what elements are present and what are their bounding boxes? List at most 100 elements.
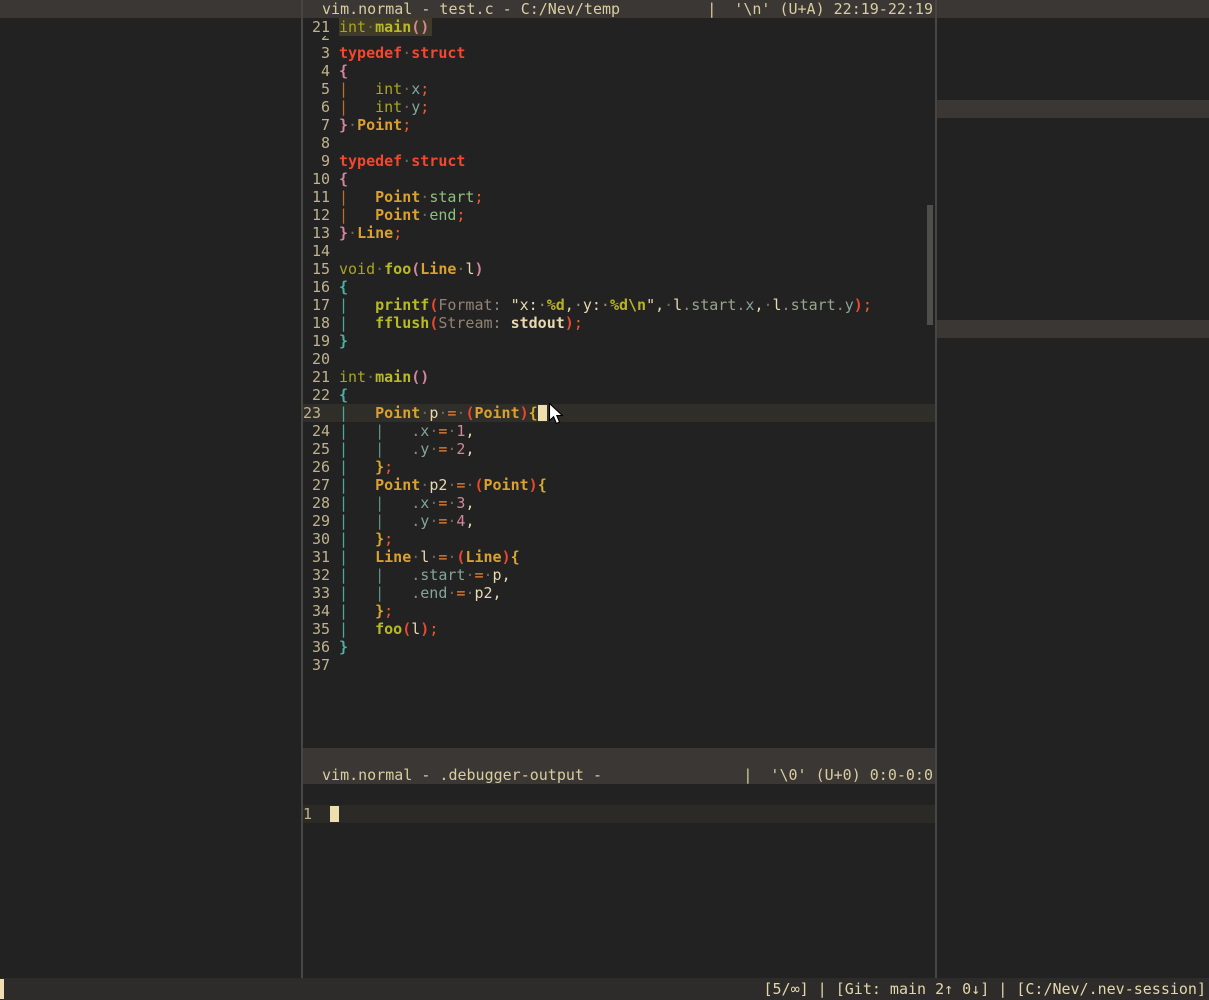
code-line[interactable]: 6 | int·y; (303, 98, 935, 116)
output-title: vim.normal - .debugger-output - (313, 766, 602, 784)
line-number: 1 (303, 805, 313, 823)
line-number: 6 (320, 98, 330, 116)
threads-header: Threads (937, 100, 1209, 118)
code-line[interactable]: 33 | | .end·=·p2, (303, 584, 935, 602)
line-number: 13 (311, 224, 330, 242)
line-number: 11 (311, 188, 330, 206)
code-line[interactable]: 34 | }; (303, 602, 935, 620)
code-line[interactable]: 7}·Point; (303, 116, 935, 134)
code-line[interactable]: 32 | | .start·=·p, (303, 566, 935, 584)
code-line[interactable]: 22{ (303, 386, 935, 404)
line-number: 28 (311, 494, 330, 512)
code-line[interactable]: 29 | | .y·=·4, (303, 512, 935, 530)
editor-scrollbar-thumb[interactable] (927, 205, 933, 325)
code-line[interactable]: 21 int·main() (303, 368, 935, 386)
code-line[interactable]: 25 | | .y·=·2, (303, 440, 935, 458)
app-window: Variables vim.normal - test.c - C:/Nev/t… (0, 0, 1209, 1000)
line-number: 29 (311, 512, 330, 530)
code-line[interactable]: 17 | printf(Format: "x:·%d,·y:·%d\n",·l.s… (303, 296, 935, 314)
code-line[interactable]: 13}·Line; (303, 224, 935, 242)
output-panel: Output vim.normal - .debugger-output - |… (303, 748, 935, 999)
text-cursor (330, 806, 339, 822)
code-line[interactable]: 15 void·foo(Line·l) (303, 260, 935, 278)
code-lines: 23typedef·struct4{5| int·x;6| int·y;7}·P… (303, 18, 935, 674)
line-number: 23 (303, 404, 322, 422)
line-number: 25 (311, 440, 330, 458)
line-number: 37 (311, 656, 330, 674)
line-number: 15 (311, 260, 330, 278)
code-line[interactable]: 28 | | .x·=·3, (303, 494, 935, 512)
code-line[interactable]: 19} (303, 332, 935, 350)
line-number: 12 (311, 206, 330, 224)
line-number: 16 (311, 278, 330, 296)
code-area[interactable]: 21int·main() 23typedef·struct4{5| int·x;… (303, 18, 935, 748)
line-number: 30 (311, 530, 330, 548)
line-number: 14 (311, 242, 330, 260)
line-number: 34 (311, 602, 330, 620)
code-line[interactable]: 4{ (303, 62, 935, 80)
code-line[interactable]: 9 typedef·struct (303, 152, 935, 170)
mouse-cursor-icon (549, 403, 564, 425)
code-line[interactable]: 8 (303, 134, 935, 152)
line-number: 10 (311, 170, 330, 188)
line-number: 19 (311, 332, 330, 350)
code-line[interactable]: 14 (303, 242, 935, 260)
code-line[interactable]: 3 typedef·struct (303, 44, 935, 62)
code-line[interactable]: 35 | foo(l); (303, 620, 935, 638)
code-line[interactable]: 36} (303, 638, 935, 656)
code-line[interactable]: 26 | }; (303, 458, 935, 476)
line-number: 7 (320, 116, 330, 134)
line-number: 9 (320, 152, 330, 170)
code-line[interactable]: 12 | Point·end; (303, 206, 935, 224)
line-number: 5 (320, 80, 330, 98)
code-line[interactable]: 20 (303, 350, 935, 368)
text-cursor (537, 405, 547, 421)
line-number: 36 (311, 638, 330, 656)
status-info: [5/∞] | [Git: main 2↑ 0↓] | [C:/Nev/.nev… (763, 980, 1206, 998)
editor-panel: vim.normal - test.c - C:/Nev/temp | '\n'… (303, 0, 935, 999)
line-number: 3 (320, 44, 330, 62)
line-number: 20 (311, 350, 330, 368)
status-bar: [5/∞] | [Git: main 2↑ 0↓] | [C:/Nev/.nev… (0, 978, 1209, 1000)
sticky-context-line[interactable]: 21 int·main() (303, 18, 935, 36)
line-number: 33 (311, 584, 330, 602)
line-number: 26 (311, 458, 330, 476)
code-line[interactable]: 31 | Line·l·=·(Line){ (303, 548, 935, 566)
code-line[interactable]: 30 | }; (303, 530, 935, 548)
code-line[interactable]: 23 | Point·p·=·(Point){ (303, 404, 935, 422)
line-number: 32 (311, 566, 330, 584)
line-number: 17 (311, 296, 330, 314)
stack-header: Stack (937, 320, 1209, 338)
debugger-header: Debugger - Not started - aa - (937, 0, 1209, 18)
output-header: Output (303, 748, 935, 766)
debugger-body (937, 18, 1209, 100)
line-number: 18 (311, 314, 330, 332)
code-line[interactable]: 5 | int·x; (303, 80, 935, 98)
line-number: 27 (311, 476, 330, 494)
line-number: 35 (311, 620, 330, 638)
editor-title: vim.normal - test.c - C:/Nev/temp (313, 0, 621, 18)
code-line[interactable]: 37 (303, 656, 935, 674)
output-cursor-info: | '\0' (U+0) 0:0-0:0 (743, 766, 933, 784)
variables-header: Variables (0, 0, 301, 18)
line-number: 4 (320, 62, 330, 80)
threads-body (937, 118, 1209, 320)
line-number: 24 (311, 422, 330, 440)
code-line[interactable]: 1 (303, 805, 935, 823)
status-left-marker (0, 979, 4, 999)
code-line[interactable]: 16{ (303, 278, 935, 296)
output-content[interactable]: 1 (303, 805, 935, 999)
code-line[interactable]: 24 | | .x·=·1, (303, 422, 935, 440)
line-number: 22 (311, 386, 330, 404)
line-number: 21 (311, 368, 330, 386)
code-line[interactable]: 10{ (303, 170, 935, 188)
line-number: 8 (320, 134, 330, 152)
code-line[interactable]: 18 | fflush(Stream: stdout); (303, 314, 935, 332)
output-titlebar: vim.normal - .debugger-output - | '\0' (… (303, 766, 935, 784)
code-line[interactable]: 27 | Point·p2·=·(Point){ (303, 476, 935, 494)
line-number: 31 (311, 548, 330, 566)
variables-panel: Variables (0, 0, 301, 978)
code-line[interactable]: 11 | Point·start; (303, 188, 935, 206)
debugger-panel: Debugger - Not started - aa - Threads St… (937, 0, 1209, 978)
editor-titlebar: vim.normal - test.c - C:/Nev/temp | '\n'… (303, 0, 935, 18)
